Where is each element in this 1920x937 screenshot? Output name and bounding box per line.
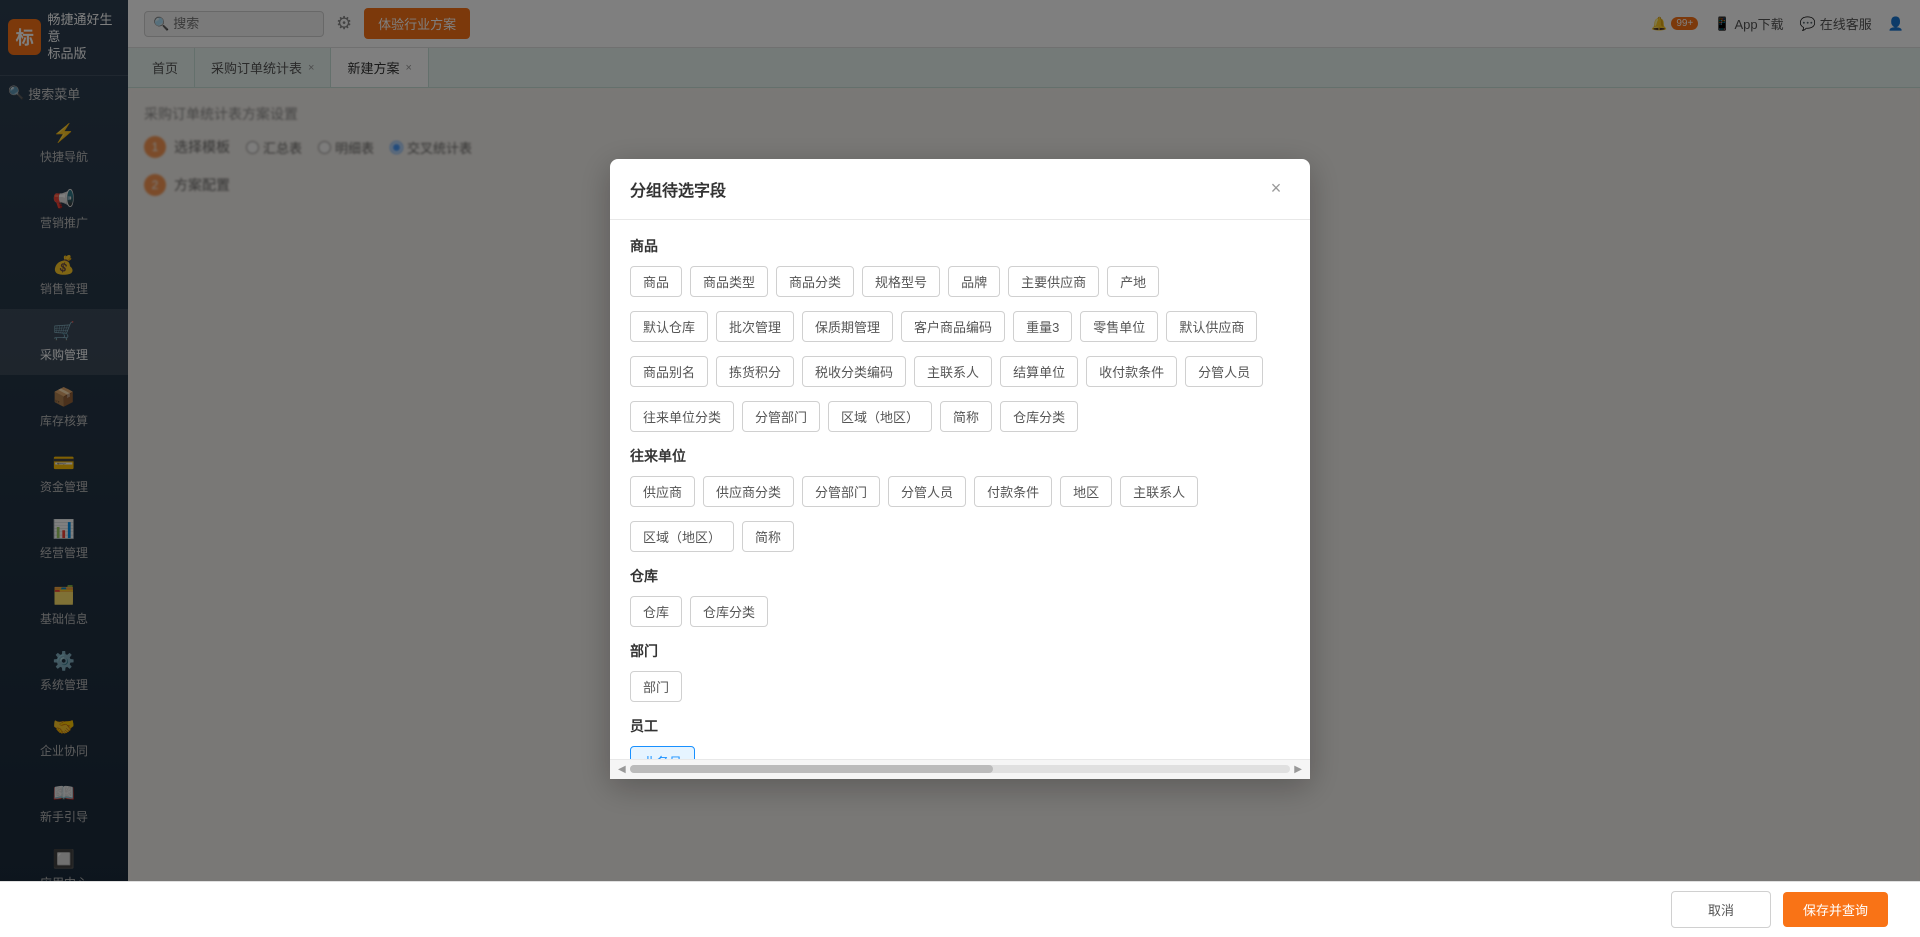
tag-product-商品类型[interactable]: 商品类型 — [690, 266, 768, 297]
tag-product-税收分类编码[interactable]: 税收分类编码 — [802, 356, 906, 387]
tag-product-区域地区[interactable]: 区域（地区） — [828, 401, 932, 432]
tag-product-收付款条件[interactable]: 收付款条件 — [1086, 356, 1177, 387]
section-product-tags-3: 商品别名 拣货积分 税收分类编码 主联系人 结算单位 收付款条件 分管人员 — [630, 356, 1290, 387]
section-department-tags: 部门 — [630, 671, 1290, 702]
modal-body[interactable]: 商品 商品 商品类型 商品分类 规格型号 品牌 主要供应商 产地 默认仓库 批次… — [610, 220, 1310, 759]
tag-product-批次管理[interactable]: 批次管理 — [716, 311, 794, 342]
section-counterpart-tags-2: 区域（地区） 简称 — [630, 521, 1290, 552]
hscroll-right-arrow[interactable]: ▶ — [1294, 764, 1302, 775]
section-counterpart-title: 往来单位 — [630, 446, 1290, 466]
modal-dialog: 分组待选字段 × 商品 商品 商品类型 商品分类 规格型号 品牌 主要供应商 产… — [610, 159, 1310, 779]
hscroll-thumb — [630, 765, 993, 773]
tag-product-商品[interactable]: 商品 — [630, 266, 682, 297]
tag-product-分管人员[interactable]: 分管人员 — [1185, 356, 1263, 387]
tag-product-商品别名[interactable]: 商品别名 — [630, 356, 708, 387]
tag-cp-简称[interactable]: 简称 — [742, 521, 794, 552]
section-employee-tags: 业务员 — [630, 746, 1290, 759]
section-warehouse-title: 仓库 — [630, 566, 1290, 586]
cancel-button[interactable]: 取消 — [1671, 891, 1771, 928]
tag-cp-区域地区[interactable]: 区域（地区） — [630, 521, 734, 552]
tag-product-分管部门[interactable]: 分管部门 — [742, 401, 820, 432]
tag-cp-付款条件[interactable]: 付款条件 — [974, 476, 1052, 507]
tag-wh-仓库分类[interactable]: 仓库分类 — [690, 596, 768, 627]
save-query-button[interactable]: 保存并查询 — [1783, 892, 1888, 927]
tag-product-往来单位分类[interactable]: 往来单位分类 — [630, 401, 734, 432]
tag-product-默认仓库[interactable]: 默认仓库 — [630, 311, 708, 342]
tag-product-产地[interactable]: 产地 — [1107, 266, 1159, 297]
section-product-tags-4: 往来单位分类 分管部门 区域（地区） 简称 仓库分类 — [630, 401, 1290, 432]
modal-header: 分组待选字段 × — [610, 159, 1310, 220]
tag-dept-部门[interactable]: 部门 — [630, 671, 682, 702]
tag-product-简称[interactable]: 简称 — [940, 401, 992, 432]
tag-cp-主联系人[interactable]: 主联系人 — [1120, 476, 1198, 507]
section-counterpart-tags: 供应商 供应商分类 分管部门 分管人员 付款条件 地区 主联系人 — [630, 476, 1290, 507]
section-product-tags: 商品 商品类型 商品分类 规格型号 品牌 主要供应商 产地 — [630, 266, 1290, 297]
modal-overlay: 分组待选字段 × 商品 商品 商品类型 商品分类 规格型号 品牌 主要供应商 产… — [0, 0, 1920, 937]
tag-product-商品分类[interactable]: 商品分类 — [776, 266, 854, 297]
tag-product-主联系人[interactable]: 主联系人 — [914, 356, 992, 387]
tag-product-客户商品编码[interactable]: 客户商品编码 — [901, 311, 1005, 342]
tag-product-保质期管理[interactable]: 保质期管理 — [802, 311, 893, 342]
tag-wh-仓库[interactable]: 仓库 — [630, 596, 682, 627]
tag-product-规格型号[interactable]: 规格型号 — [862, 266, 940, 297]
modal-close-button[interactable]: × — [1262, 175, 1290, 203]
tag-product-零售单位[interactable]: 零售单位 — [1080, 311, 1158, 342]
tag-product-品牌[interactable]: 品牌 — [948, 266, 1000, 297]
tag-product-结算单位[interactable]: 结算单位 — [1000, 356, 1078, 387]
tag-product-主要供应商[interactable]: 主要供应商 — [1008, 266, 1099, 297]
tag-product-重量3[interactable]: 重量3 — [1013, 311, 1072, 342]
tag-cp-分管人员[interactable]: 分管人员 — [888, 476, 966, 507]
tag-cp-供应商[interactable]: 供应商 — [630, 476, 695, 507]
section-warehouse-tags: 仓库 仓库分类 — [630, 596, 1290, 627]
tag-product-拣货积分[interactable]: 拣货积分 — [716, 356, 794, 387]
section-product-tags-2: 默认仓库 批次管理 保质期管理 客户商品编码 重量3 零售单位 默认供应商 — [630, 311, 1290, 342]
section-employee-title: 员工 — [630, 716, 1290, 736]
modal-title: 分组待选字段 — [630, 177, 726, 201]
tag-cp-供应商分类[interactable]: 供应商分类 — [703, 476, 794, 507]
modal-hscrollbar[interactable]: ◀ ▶ — [610, 759, 1310, 779]
tag-product-默认供应商[interactable]: 默认供应商 — [1166, 311, 1257, 342]
section-department-title: 部门 — [630, 641, 1290, 661]
tag-emp-业务员[interactable]: 业务员 — [630, 746, 695, 759]
action-bar: 取消 保存并查询 — [0, 881, 1920, 937]
tag-cp-分管部门[interactable]: 分管部门 — [802, 476, 880, 507]
hscroll-left-arrow[interactable]: ◀ — [618, 764, 626, 775]
tag-cp-地区[interactable]: 地区 — [1060, 476, 1112, 507]
section-product-title: 商品 — [630, 236, 1290, 256]
tag-product-仓库分类[interactable]: 仓库分类 — [1000, 401, 1078, 432]
